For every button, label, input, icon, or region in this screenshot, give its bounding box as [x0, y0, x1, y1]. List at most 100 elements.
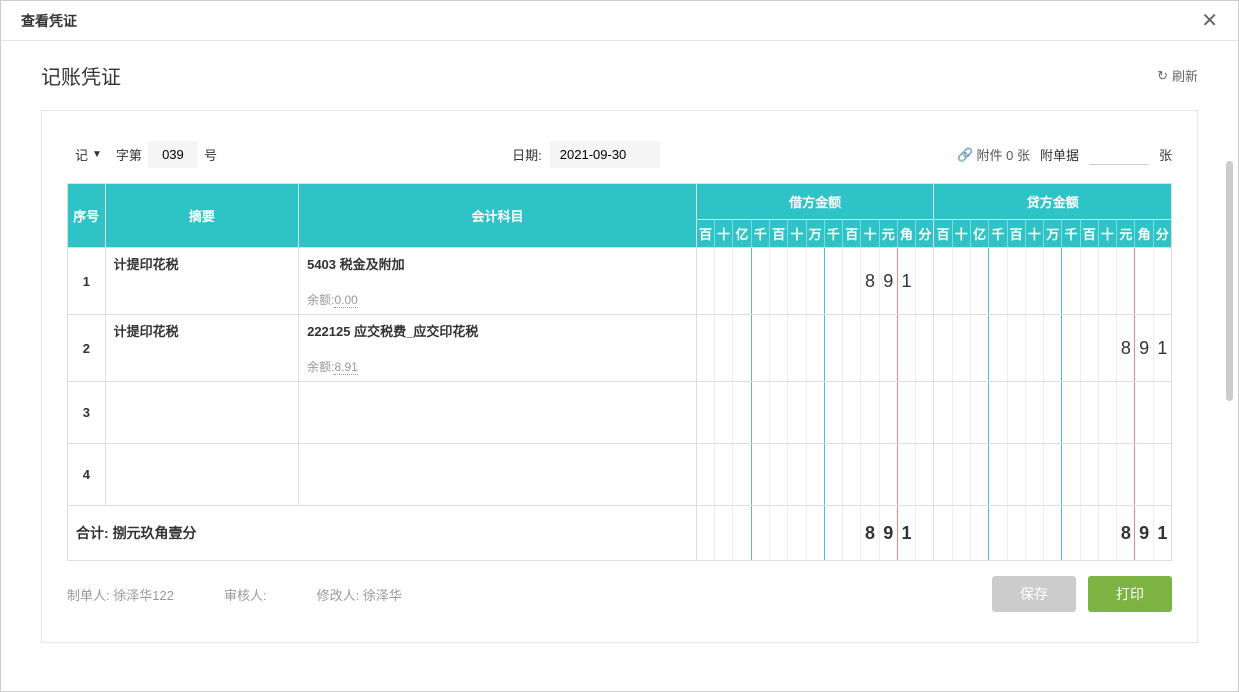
- attach-doc-label: 附单据: [1040, 145, 1079, 164]
- digit: [843, 315, 861, 381]
- digit: [697, 248, 715, 314]
- digit: [825, 315, 843, 381]
- digit: [1026, 444, 1044, 505]
- digit: [752, 506, 770, 560]
- digit: [1135, 444, 1153, 505]
- digit: [1026, 248, 1044, 314]
- amount-cell[interactable]: 891: [696, 506, 934, 561]
- digit: [1154, 382, 1171, 443]
- subject-cell[interactable]: [299, 444, 697, 506]
- digit: [1026, 382, 1044, 443]
- digit-header: 十: [1099, 220, 1117, 247]
- digit: [697, 382, 715, 443]
- close-button[interactable]: ✕: [1201, 8, 1218, 33]
- col-subject: 会计科目: [299, 184, 697, 248]
- amount-cell[interactable]: 891: [934, 315, 1172, 382]
- digit: [788, 506, 806, 560]
- digit: [715, 248, 733, 314]
- subject-cell[interactable]: [299, 382, 697, 444]
- digit: [953, 315, 971, 381]
- digit: [971, 248, 989, 314]
- digit: [752, 382, 770, 443]
- digit-header: 亿: [971, 220, 989, 247]
- digit: [1117, 444, 1135, 505]
- summary-cell[interactable]: 计提印花税: [105, 315, 298, 382]
- voucher-card: 记 ▼ 字第 号 日期: 🔗 附件 0 张 附单据: [41, 110, 1198, 643]
- digit: 9: [880, 248, 898, 314]
- voucher-type-dropdown[interactable]: 记 ▼: [67, 141, 110, 168]
- row-seq: 1: [68, 248, 106, 315]
- digit-header: 分: [916, 220, 933, 247]
- digit: [916, 248, 933, 314]
- amount-cell[interactable]: [934, 248, 1172, 315]
- print-button[interactable]: 打印: [1088, 576, 1172, 612]
- digit: [1154, 444, 1171, 505]
- digit-header: 千: [752, 220, 770, 247]
- subject-cell[interactable]: 222125 应交税费_应交印花税余额:8.91: [299, 315, 697, 382]
- digit: [733, 382, 751, 443]
- modifier-info: 修改人: 徐泽华: [317, 585, 402, 604]
- digit-header: 百: [934, 220, 952, 247]
- digit: 8: [1117, 506, 1135, 560]
- digit: [1117, 382, 1135, 443]
- voucher-number-input[interactable]: [148, 141, 198, 168]
- digit: [788, 315, 806, 381]
- amount-cell[interactable]: [696, 382, 934, 444]
- table-row: 1计提印花税5403 税金及附加余额:0.00891: [68, 248, 1172, 315]
- scrollbar[interactable]: [1226, 161, 1233, 401]
- table-row: 4: [68, 444, 1172, 506]
- digit: [916, 444, 933, 505]
- digit: [715, 382, 733, 443]
- col-summary: 摘要: [105, 184, 298, 248]
- digit: [1154, 248, 1171, 314]
- digit: [861, 315, 879, 381]
- refresh-link[interactable]: ↻ 刷新: [1157, 66, 1198, 85]
- balance-line: 余额:0.00: [307, 291, 688, 308]
- digit: [843, 248, 861, 314]
- digit: [1081, 315, 1099, 381]
- digit: [1008, 248, 1026, 314]
- modal-title: 查看凭证: [21, 11, 77, 31]
- attach-doc-input[interactable]: [1089, 145, 1149, 165]
- meta-left: 记 ▼ 字第 号: [67, 141, 502, 168]
- digit: [1008, 444, 1026, 505]
- digit: 8: [861, 248, 879, 314]
- digit-header: 十: [788, 220, 806, 247]
- title-row: 记账凭证 ↻ 刷新: [41, 61, 1198, 90]
- digit: [898, 444, 916, 505]
- digit: [788, 248, 806, 314]
- summary-cell[interactable]: [105, 444, 298, 506]
- digit: [752, 444, 770, 505]
- digit: [788, 444, 806, 505]
- voucher-date-input[interactable]: [550, 141, 660, 168]
- digit: [934, 506, 952, 560]
- summary-cell[interactable]: 计提印花税: [105, 248, 298, 315]
- save-button[interactable]: 保存: [992, 576, 1076, 612]
- digit: [733, 248, 751, 314]
- digit: [989, 248, 1007, 314]
- digit: [971, 382, 989, 443]
- digit: [1099, 315, 1117, 381]
- digit: [697, 315, 715, 381]
- subject-cell[interactable]: 5403 税金及附加余额:0.00: [299, 248, 697, 315]
- amount-cell[interactable]: 891: [934, 506, 1172, 561]
- amount-cell[interactable]: 891: [696, 248, 934, 315]
- digit: [1008, 315, 1026, 381]
- amount-cell[interactable]: [934, 444, 1172, 506]
- digit: [807, 506, 825, 560]
- digit: [1099, 382, 1117, 443]
- amount-cell[interactable]: [696, 315, 934, 382]
- voucher-modal: 查看凭证 ✕ 记账凭证 ↻ 刷新 记 ▼ 字第 号: [0, 0, 1239, 692]
- summary-cell[interactable]: [105, 382, 298, 444]
- digit-header: 百: [770, 220, 788, 247]
- refresh-label: 刷新: [1172, 66, 1198, 85]
- row-seq: 3: [68, 382, 106, 444]
- amount-cell[interactable]: [696, 444, 934, 506]
- amount-cell[interactable]: [934, 382, 1172, 444]
- attachment-link[interactable]: 🔗 附件 0 张: [957, 145, 1030, 164]
- digit: 8: [1117, 315, 1135, 381]
- digit: [770, 382, 788, 443]
- digit: [934, 315, 952, 381]
- content-wrapper: 记账凭证 ↻ 刷新 记 ▼ 字第 号 日期:: [1, 41, 1238, 691]
- digit-header: 百: [697, 220, 715, 247]
